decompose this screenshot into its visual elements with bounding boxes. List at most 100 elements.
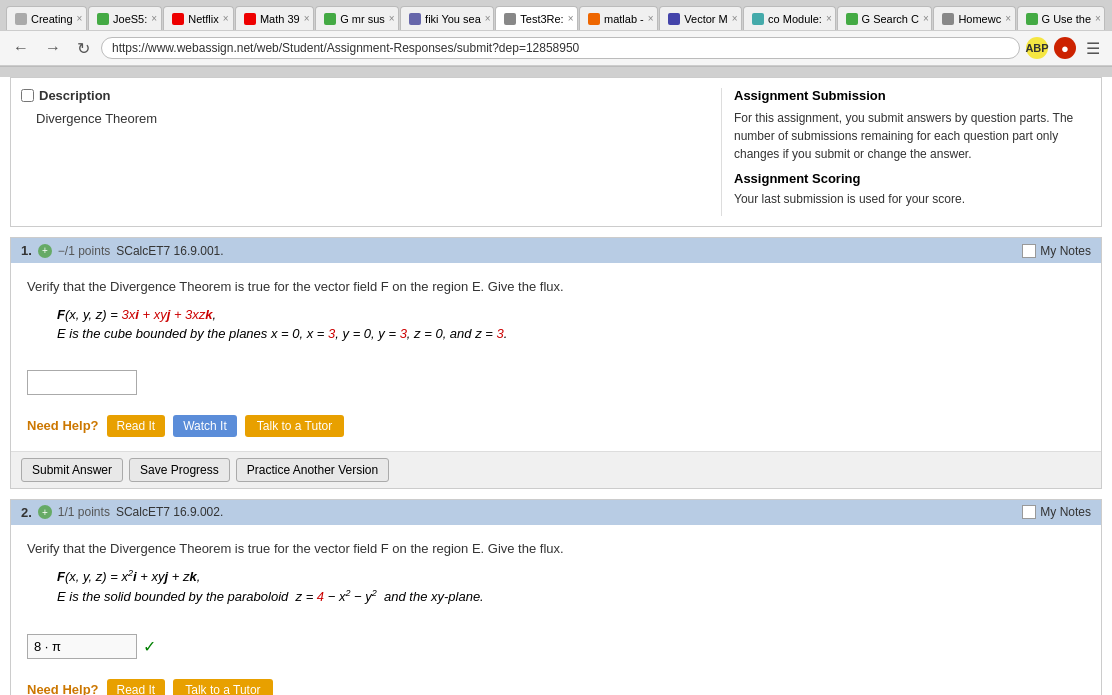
tab-homewe[interactable]: Homewc × xyxy=(933,6,1015,30)
tab-close[interactable]: × xyxy=(826,13,832,24)
submit-answer-button-1[interactable]: Submit Answer xyxy=(21,458,123,482)
tab-search[interactable]: G Search C × xyxy=(837,6,933,30)
tab-favicon xyxy=(97,13,109,25)
practice-another-version-button-1[interactable]: Practice Another Version xyxy=(236,458,389,482)
tab-creating[interactable]: Creating × xyxy=(6,6,87,30)
tab-netflix[interactable]: Netflix × xyxy=(163,6,234,30)
need-help-label-1: Need Help? xyxy=(27,418,99,433)
tab-close[interactable]: × xyxy=(923,13,929,24)
save-progress-button-1[interactable]: Save Progress xyxy=(129,458,230,482)
assignment-submission-body: For this assignment, you submit answers … xyxy=(734,109,1091,163)
adblock-icon[interactable]: ● xyxy=(1054,37,1076,59)
tab-fiki[interactable]: fiki You sea × xyxy=(400,6,494,30)
tab-favicon xyxy=(244,13,256,25)
question-2-header-left: 2. + 1/1 points SCalcET7 16.9.002. xyxy=(21,505,223,520)
question-1-vector-field: F(x, y, z) = 3xi + xyj + 3xzk, xyxy=(57,307,1085,322)
tab-label: co Module: xyxy=(768,13,822,25)
tab-label: Math 39 xyxy=(260,13,300,25)
question-2-answer-input[interactable] xyxy=(27,634,137,659)
address-bar[interactable] xyxy=(101,37,1020,59)
question-1-region: E is the cube bounded by the planes x = … xyxy=(57,326,1085,341)
question-1: 1. + −/1 points SCalcET7 16.9.001. My No… xyxy=(10,237,1102,489)
menu-icon[interactable]: ☰ xyxy=(1082,37,1104,59)
question-1-my-notes[interactable]: My Notes xyxy=(1022,244,1091,258)
read-it-button-2[interactable]: Read It xyxy=(107,679,166,695)
forward-button[interactable]: → xyxy=(40,37,66,59)
talk-to-tutor-button-1[interactable]: Talk to a Tutor xyxy=(245,415,344,437)
question-1-points: −/1 points xyxy=(58,244,110,258)
back-button[interactable]: ← xyxy=(8,37,34,59)
description-left: Description Divergence Theorem xyxy=(21,88,711,216)
description-right: Assignment Submission For this assignmen… xyxy=(721,88,1091,216)
tab-close[interactable]: × xyxy=(389,13,395,24)
assignment-submission-title: Assignment Submission xyxy=(734,88,1091,103)
tab-module[interactable]: co Module: × xyxy=(743,6,835,30)
question-1-num: 1. xyxy=(21,243,32,258)
tab-close[interactable]: × xyxy=(151,13,157,24)
tab-favicon xyxy=(1026,13,1038,25)
reload-button[interactable]: ↻ xyxy=(72,37,95,60)
tab-favicon xyxy=(15,13,27,25)
question-1-header-left: 1. + −/1 points SCalcET7 16.9.001. xyxy=(21,243,224,258)
my-notes-checkbox-2[interactable] xyxy=(1022,505,1036,519)
tab-favicon xyxy=(324,13,336,25)
assignment-scoring-title: Assignment Scoring xyxy=(734,171,1091,186)
tab-label: Vector M xyxy=(684,13,727,25)
tab-close[interactable]: × xyxy=(1095,13,1101,24)
tab-usethe[interactable]: G Use the × xyxy=(1017,6,1105,30)
nav-bar: ← → ↻ ABP ● ☰ xyxy=(0,30,1112,66)
tab-matlab[interactable]: matlab - × xyxy=(579,6,658,30)
tab-label: JoeS5: xyxy=(113,13,147,25)
question-1-answer-input[interactable] xyxy=(27,370,137,395)
tab-close[interactable]: × xyxy=(223,13,229,24)
my-notes-checkbox[interactable] xyxy=(1022,244,1036,258)
tab-mrsus[interactable]: G mr sus × xyxy=(315,6,399,30)
question-2-vector-field: F(x, y, z) = x2i + xyj + zk, xyxy=(57,568,1085,584)
abp-icon[interactable]: ABP xyxy=(1026,37,1048,59)
question-1-prompt: Verify that the Divergence Theorem is tr… xyxy=(27,277,1085,297)
correct-checkmark-2: ✓ xyxy=(143,637,156,656)
tab-close[interactable]: × xyxy=(77,13,83,24)
tab-close[interactable]: × xyxy=(304,13,310,24)
read-it-button-1[interactable]: Read It xyxy=(107,415,166,437)
question-2-need-help: Need Help? Read It Talk to a Tutor xyxy=(27,679,1085,695)
tab-vector[interactable]: Vector M × xyxy=(659,6,742,30)
tab-math39[interactable]: Math 39 × xyxy=(235,6,314,30)
tab-favicon xyxy=(942,13,954,25)
tab-label: Netflix xyxy=(188,13,219,25)
tab-label: G Use the xyxy=(1042,13,1092,25)
tab-close[interactable]: × xyxy=(485,13,491,24)
tab-label: Creating xyxy=(31,13,73,25)
question-1-need-help: Need Help? Read It Watch It Talk to a Tu… xyxy=(27,415,1085,437)
my-notes-label-2: My Notes xyxy=(1040,505,1091,519)
description-section: Description Divergence Theorem Assignmen… xyxy=(10,77,1102,227)
tab-close[interactable]: × xyxy=(568,13,574,24)
question-1-body: Verify that the Divergence Theorem is tr… xyxy=(11,263,1101,451)
tab-bar: Creating × JoeS5: × Netflix × Math 39 × … xyxy=(0,0,1112,30)
question-2-num: 2. xyxy=(21,505,32,520)
assignment-scoring-body: Your last submission is used for your sc… xyxy=(734,190,1091,208)
tab-test3re[interactable]: Test3Re: × xyxy=(495,6,578,30)
tab-label: G mr sus xyxy=(340,13,385,25)
my-notes-label: My Notes xyxy=(1040,244,1091,258)
tab-label: Homewc xyxy=(958,13,1001,25)
tab-label: matlab - xyxy=(604,13,644,25)
tab-close[interactable]: × xyxy=(732,13,738,24)
tab-favicon xyxy=(846,13,858,25)
tab-favicon xyxy=(752,13,764,25)
tab-favicon xyxy=(409,13,421,25)
tab-close[interactable]: × xyxy=(1005,13,1011,24)
tab-close[interactable]: × xyxy=(648,13,654,24)
description-checkbox[interactable] xyxy=(21,89,34,102)
tab-joess[interactable]: JoeS5: × xyxy=(88,6,162,30)
tab-label: G Search C xyxy=(862,13,919,25)
question-1-ref: SCalcET7 16.9.001. xyxy=(116,244,223,258)
question-2-points: 1/1 points xyxy=(58,505,110,519)
watch-it-button-1[interactable]: Watch It xyxy=(173,415,237,437)
question-2-ref: SCalcET7 16.9.002. xyxy=(116,505,223,519)
question-2-my-notes[interactable]: My Notes xyxy=(1022,505,1091,519)
tab-favicon xyxy=(668,13,680,25)
question-2-header: 2. + 1/1 points SCalcET7 16.9.002. My No… xyxy=(11,500,1101,525)
tab-favicon xyxy=(172,13,184,25)
talk-to-tutor-button-2[interactable]: Talk to a Tutor xyxy=(173,679,272,695)
